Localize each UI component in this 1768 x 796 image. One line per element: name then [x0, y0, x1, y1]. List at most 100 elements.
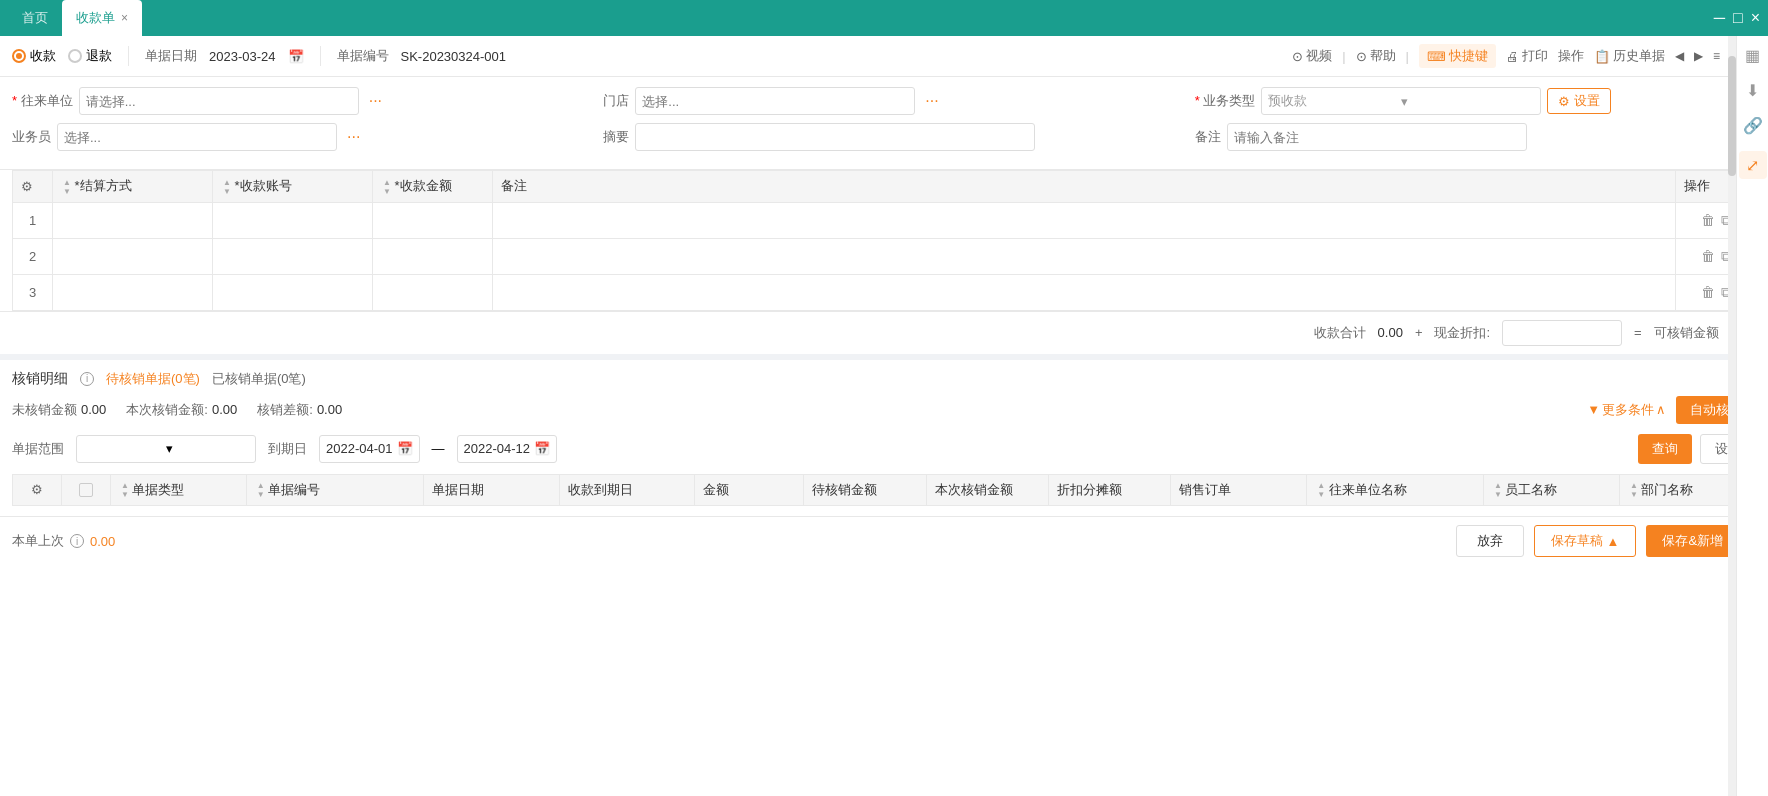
- date-from-field[interactable]: 2022-04-01 📅: [319, 435, 420, 463]
- operate-btn[interactable]: 操作: [1558, 47, 1584, 65]
- discount-label: 现金折扣:: [1434, 324, 1490, 342]
- row-2-remark[interactable]: [493, 238, 1676, 274]
- col-company-header: ▲▼ 往来单位名称: [1307, 474, 1484, 506]
- pending-tab[interactable]: 待核销单据(0笔): [106, 370, 200, 388]
- abandon-btn[interactable]: 放弃: [1456, 525, 1524, 557]
- nav-next-btn[interactable]: ▶: [1694, 49, 1703, 63]
- tab-receipt[interactable]: 收款单 ×: [62, 0, 142, 36]
- tab-bar: 首页 收款单 × ─ □ ×: [0, 0, 1768, 36]
- radio-receipt-label: 收款: [30, 47, 56, 65]
- discount-input[interactable]: [1502, 320, 1622, 346]
- total-value: 0.00: [1378, 325, 1403, 340]
- window-controls: ─ □ ×: [1714, 9, 1760, 27]
- shop-input[interactable]: [635, 87, 915, 115]
- range-chevron: ▾: [166, 441, 247, 456]
- nav-prev-btn[interactable]: ◀: [1675, 49, 1684, 63]
- row-1-amount[interactable]: [373, 202, 493, 238]
- window-close-icon[interactable]: ×: [1751, 9, 1760, 27]
- available-label: 可核销金额: [1654, 324, 1719, 342]
- radio-refund[interactable]: 退款: [68, 47, 112, 65]
- sidebar-expand-icon[interactable]: ⤢: [1739, 151, 1767, 179]
- col-this-header: 本次核销金额: [926, 474, 1048, 506]
- select-all-checkbox[interactable]: [79, 483, 93, 497]
- col-setting-header[interactable]: ⚙: [13, 171, 53, 203]
- radio-receipt-circle: [12, 49, 26, 63]
- form-setting-btn[interactable]: ⚙ 设置: [1547, 88, 1611, 114]
- shop-more-icon[interactable]: ···: [921, 92, 942, 110]
- history-btn[interactable]: 📋 历史单据: [1594, 47, 1665, 65]
- counterparty-field: * 往来单位 ···: [12, 87, 573, 115]
- bottom-table-gear-icon[interactable]: ⚙: [31, 482, 43, 497]
- scrollbar-thumb[interactable]: [1728, 56, 1736, 176]
- biz-type-select[interactable]: 预收款 ▾: [1261, 87, 1541, 115]
- table-row: 2 🗑 ⧉: [13, 238, 1756, 274]
- tab-home[interactable]: 首页: [8, 0, 62, 36]
- row-3-remark[interactable]: [493, 274, 1676, 310]
- staff-input[interactable]: [57, 123, 337, 151]
- sidebar-link-icon[interactable]: 🔗: [1743, 116, 1763, 135]
- row-2-delete-icon[interactable]: 🗑: [1701, 248, 1715, 265]
- radio-receipt[interactable]: 收款: [12, 47, 56, 65]
- table-row: 1 🗑 ⧉: [13, 202, 1756, 238]
- video-icon: ⊙: [1292, 49, 1303, 64]
- date-from-value: 2022-04-01: [326, 441, 393, 456]
- row-3-settlement[interactable]: [53, 274, 213, 310]
- counterparty-input[interactable]: [79, 87, 359, 115]
- col-amount-header: ▲▼ *收款金额: [373, 171, 493, 203]
- range-select[interactable]: ▾: [76, 435, 256, 463]
- diff-stat: 核销差额: 0.00: [257, 401, 342, 419]
- col-no-header: ▲▼ 单据编号: [246, 474, 423, 506]
- row-3-amount[interactable]: [373, 274, 493, 310]
- sidebar-table-icon[interactable]: ▦: [1745, 46, 1760, 65]
- total-label: 收款合计: [1314, 324, 1366, 342]
- row-2-amount[interactable]: [373, 238, 493, 274]
- unchecked-value: 0.00: [81, 402, 106, 417]
- shortcut-btn[interactable]: ⌨ 快捷键: [1419, 44, 1496, 68]
- divider-2: [320, 46, 321, 66]
- sidebar-download-icon[interactable]: ⬇: [1746, 81, 1759, 100]
- col-check-header[interactable]: ⚙: [13, 474, 62, 506]
- row-3-account[interactable]: [213, 274, 373, 310]
- calendar-from-icon: 📅: [397, 441, 413, 456]
- row-1-settlement[interactable]: [53, 202, 213, 238]
- row-1-delete-icon[interactable]: 🗑: [1701, 212, 1715, 229]
- this-time-label: 本次核销金额:: [126, 401, 208, 419]
- save-draft-chevron: ▲: [1607, 534, 1620, 549]
- table-gear-icon[interactable]: ⚙: [21, 179, 33, 194]
- table-row: 3 🗑 ⧉: [13, 274, 1756, 310]
- footer-info-icon[interactable]: i: [70, 534, 84, 548]
- row-1-account[interactable]: [213, 202, 373, 238]
- date-to-field[interactable]: 2022-04-12 📅: [457, 435, 558, 463]
- list-view-btn[interactable]: ≡: [1713, 49, 1720, 63]
- more-conditions-btn[interactable]: ▼ 更多条件 ∧: [1587, 401, 1666, 419]
- receipt-table-area: ⚙ ▲▼ *结算方式 ▲▼ *收款账号 ▲▼ *收款金额: [0, 170, 1768, 311]
- row-3-delete-icon[interactable]: 🗑: [1701, 284, 1715, 301]
- done-tab[interactable]: 已核销单据(0笔): [212, 370, 306, 388]
- row-2-settlement[interactable]: [53, 238, 213, 274]
- query-btn[interactable]: 查询: [1638, 434, 1692, 464]
- maximize-icon[interactable]: □: [1733, 9, 1743, 27]
- video-btn[interactable]: ⊙ 视频: [1292, 47, 1332, 65]
- col-checkbox-header[interactable]: [61, 474, 110, 506]
- help-btn[interactable]: ⊙ 帮助: [1356, 47, 1396, 65]
- note-input[interactable]: [1227, 123, 1527, 151]
- scrollbar-track[interactable]: [1728, 36, 1736, 796]
- counterparty-more-icon[interactable]: ···: [365, 92, 386, 110]
- calendar-icon[interactable]: 📅: [288, 49, 304, 64]
- shortcut-icon: ⌨: [1427, 49, 1446, 64]
- col-date-header: 单据日期: [423, 474, 559, 506]
- print-btn[interactable]: 🖨 打印: [1506, 47, 1548, 65]
- save-draft-btn[interactable]: 保存草稿 ▲: [1534, 525, 1637, 557]
- col-sales-header: 销售订单: [1171, 474, 1307, 506]
- staff-more-icon[interactable]: ···: [343, 128, 364, 146]
- minimize-icon[interactable]: ─: [1714, 9, 1725, 27]
- unchecked-stat: 未核销金额 0.00: [12, 401, 106, 419]
- row-2-account[interactable]: [213, 238, 373, 274]
- tab-close-icon[interactable]: ×: [121, 11, 128, 25]
- history-icon: 📋: [1594, 49, 1610, 64]
- biz-type-label: * 业务类型: [1195, 92, 1256, 110]
- row-1-remark[interactable]: [493, 202, 1676, 238]
- summary-input[interactable]: [635, 123, 1035, 151]
- verify-info-icon[interactable]: i: [80, 372, 94, 386]
- receipt-table: ⚙ ▲▼ *结算方式 ▲▼ *收款账号 ▲▼ *收款金额: [12, 170, 1756, 311]
